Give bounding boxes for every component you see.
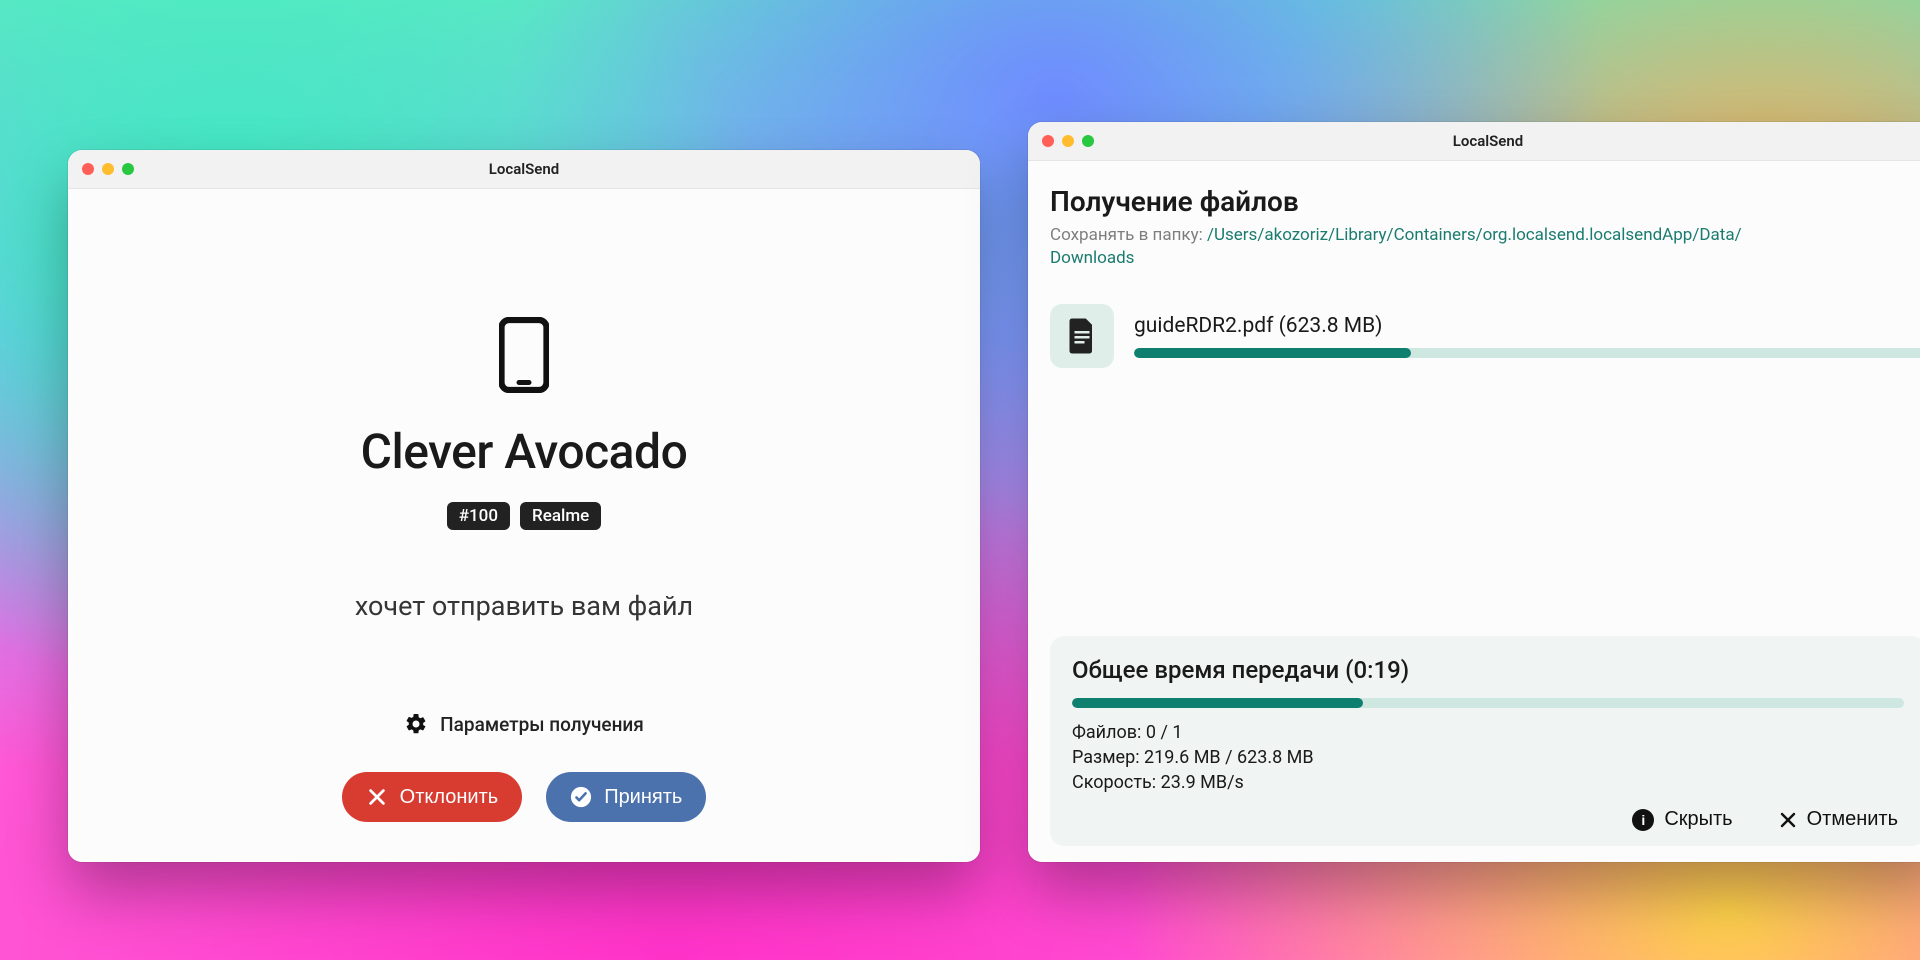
stat-files: Файлов: 0 / 1 (1072, 722, 1904, 743)
close-icon (366, 786, 388, 808)
window-title: LocalSend (68, 160, 980, 178)
request-body: Clever Avocado #100 Realme хочет отправи… (68, 189, 980, 862)
transfer-summary: Общее время передачи (0:19) Файлов: 0 / … (1050, 636, 1920, 846)
titlebar[interactable]: LocalSend (1028, 122, 1920, 161)
check-circle-icon (570, 786, 592, 808)
cancel-button[interactable]: Отменить (1773, 807, 1904, 832)
accept-button[interactable]: Принять (546, 772, 706, 822)
receive-settings-link[interactable]: Параметры получения (404, 712, 644, 736)
stat-speed: Скорость: 23.9 MB/s (1072, 772, 1904, 793)
sender-name: Clever Avocado (361, 423, 688, 480)
info-icon: i (1632, 809, 1654, 831)
hide-button[interactable]: i Скрыть (1626, 807, 1738, 832)
save-path-link-2[interactable]: Downloads (1050, 248, 1134, 268)
stat-size: Размер: 219.6 MB / 623.8 MB (1072, 747, 1904, 768)
incoming-request-window: LocalSend Clever Avocado #100 Realme хоч… (68, 150, 980, 862)
decline-label: Отклонить (400, 786, 499, 809)
close-icon (1779, 811, 1797, 829)
file-row: guideRDR2.pdf (623.8 MB) (1050, 304, 1920, 368)
badge-brand: Realme (520, 502, 601, 530)
cancel-label: Отменить (1807, 808, 1898, 831)
file-name: guideRDR2.pdf (623.8 MB) (1134, 314, 1920, 338)
wants-to-send-text: хочет отправить вам файл (355, 590, 693, 622)
file-icon-box (1050, 304, 1114, 368)
sender-badges: #100 Realme (447, 502, 601, 530)
summary-title: Общее время передачи (0:19) (1072, 656, 1904, 684)
file-progress-bar (1134, 348, 1920, 358)
save-path-prefix: Сохранять в папку: (1050, 225, 1207, 245)
decline-button[interactable]: Отклонить (342, 772, 523, 822)
window-title: LocalSend (1028, 132, 1920, 150)
save-path-line: Сохранять в папку: /Users/akozoriz/Libra… (1050, 224, 1920, 270)
hide-label: Скрыть (1664, 808, 1732, 831)
receiving-progress-window: LocalSend Получение файлов Сохранять в п… (1028, 122, 1920, 862)
progress-body: Получение файлов Сохранять в папку: /Use… (1028, 161, 1920, 862)
save-path-link-1[interactable]: /Users/akozoriz/Library/Containers/org.l… (1207, 225, 1742, 245)
receive-settings-label: Параметры получения (440, 713, 644, 736)
smartphone-icon (499, 317, 549, 393)
accept-label: Принять (604, 786, 682, 809)
total-progress-bar (1072, 698, 1904, 708)
page-title: Получение файлов (1050, 185, 1920, 218)
file-progress-fill (1134, 348, 1411, 358)
titlebar[interactable]: LocalSend (68, 150, 980, 189)
total-progress-fill (1072, 698, 1363, 708)
document-icon (1067, 318, 1097, 354)
badge-id: #100 (447, 502, 510, 530)
gear-icon (404, 712, 428, 736)
